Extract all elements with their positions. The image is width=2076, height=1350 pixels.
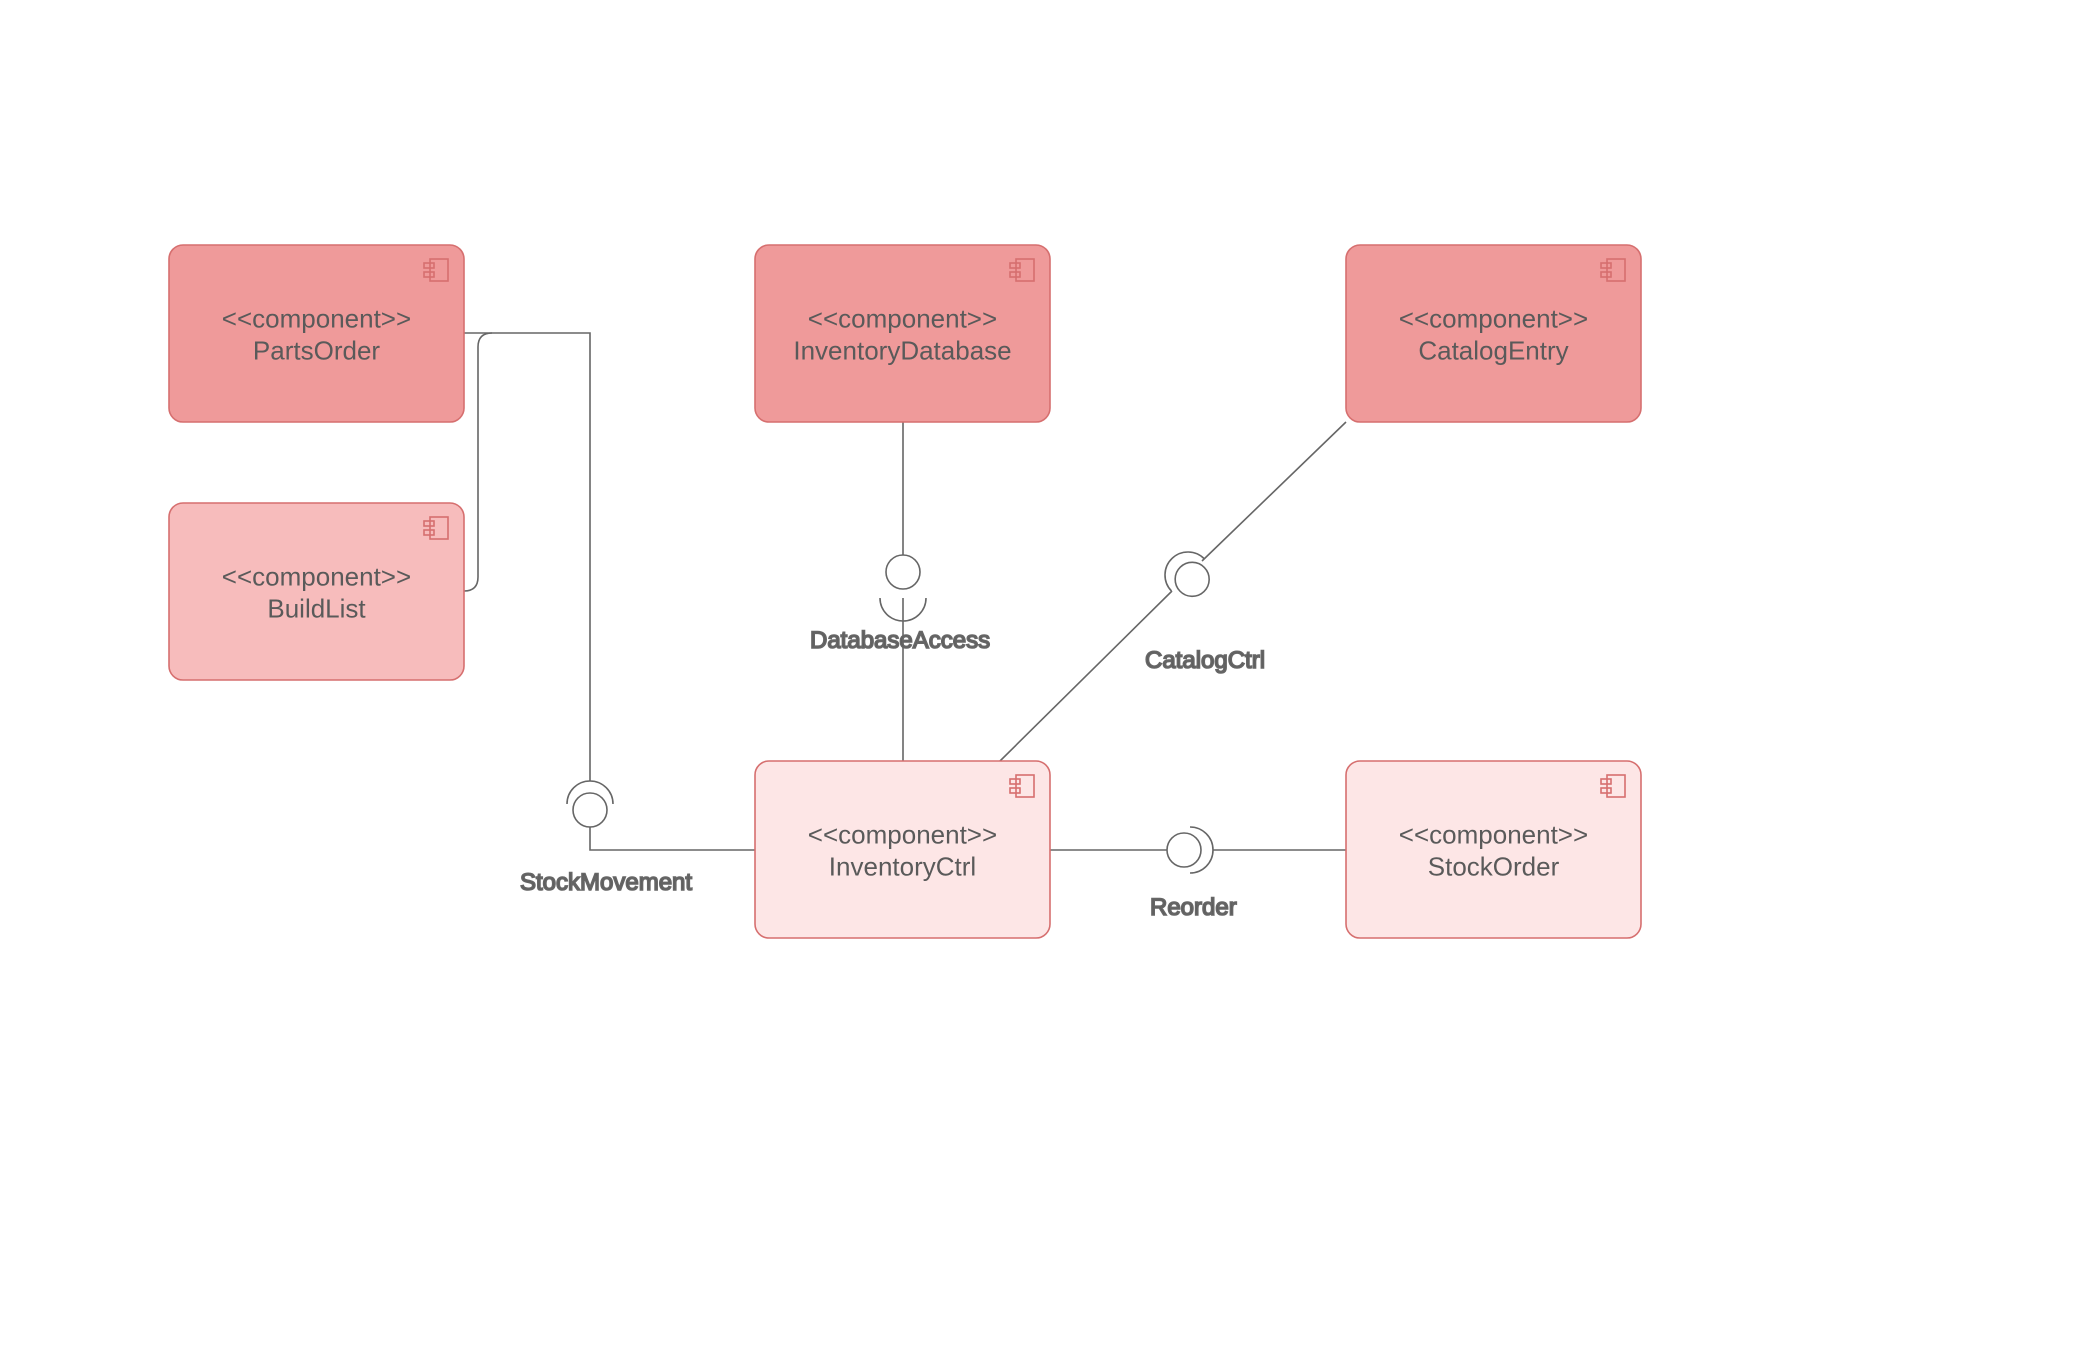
component-build-list[interactable]: <<component>>BuildList	[169, 503, 464, 680]
edge-stockmovement-inventoryctrl	[590, 827, 755, 850]
interface-database-access: DatabaseAccess	[810, 555, 990, 654]
component-stereotype: <<component>>	[222, 562, 411, 592]
component-inventory-ctrl[interactable]: <<component>>InventoryCtrl	[755, 761, 1050, 938]
interface-label: StockMovement	[520, 869, 692, 896]
component-stereotype: <<component>>	[1399, 304, 1588, 334]
component-stereotype: <<component>>	[808, 304, 997, 334]
component-stereotype: <<component>>	[808, 820, 997, 850]
interface-catalog-ctrl: CatalogCtrl	[1145, 542, 1265, 674]
component-stereotype: <<component>>	[1399, 820, 1588, 850]
interface-label: CatalogCtrl	[1145, 647, 1265, 674]
uml-component-diagram: StockMovement DatabaseAccess CatalogCtrl…	[0, 0, 2076, 1350]
component-name: StockOrder	[1428, 852, 1560, 882]
component-name: InventoryDatabase	[793, 336, 1011, 366]
interface-label: DatabaseAccess	[810, 627, 990, 654]
interface-label: Reorder	[1150, 894, 1237, 921]
edge-partsorder-stockmovement	[464, 333, 590, 781]
component-inventory-database[interactable]: <<component>>InventoryDatabase	[755, 245, 1050, 422]
component-name: PartsOrder	[253, 336, 380, 366]
interface-reorder: Reorder	[1150, 827, 1237, 921]
component-name: CatalogEntry	[1418, 336, 1568, 366]
edge-catalogctrl-inventoryctrl	[1000, 591, 1172, 761]
component-name: BuildList	[267, 594, 366, 624]
component-parts-order[interactable]: <<component>>PartsOrder	[169, 245, 464, 422]
component-stock-order[interactable]: <<component>>StockOrder	[1346, 761, 1641, 938]
interface-stock-movement: StockMovement	[520, 781, 692, 896]
edge-buildlist-stockmovement	[464, 333, 492, 591]
component-name: InventoryCtrl	[829, 852, 976, 882]
component-stereotype: <<component>>	[222, 304, 411, 334]
edge-catalogentry-catalogctrl	[1202, 422, 1346, 561]
components: <<component>>PartsOrder<<component>>Inve…	[169, 245, 1641, 938]
component-catalog-entry[interactable]: <<component>>CatalogEntry	[1346, 245, 1641, 422]
